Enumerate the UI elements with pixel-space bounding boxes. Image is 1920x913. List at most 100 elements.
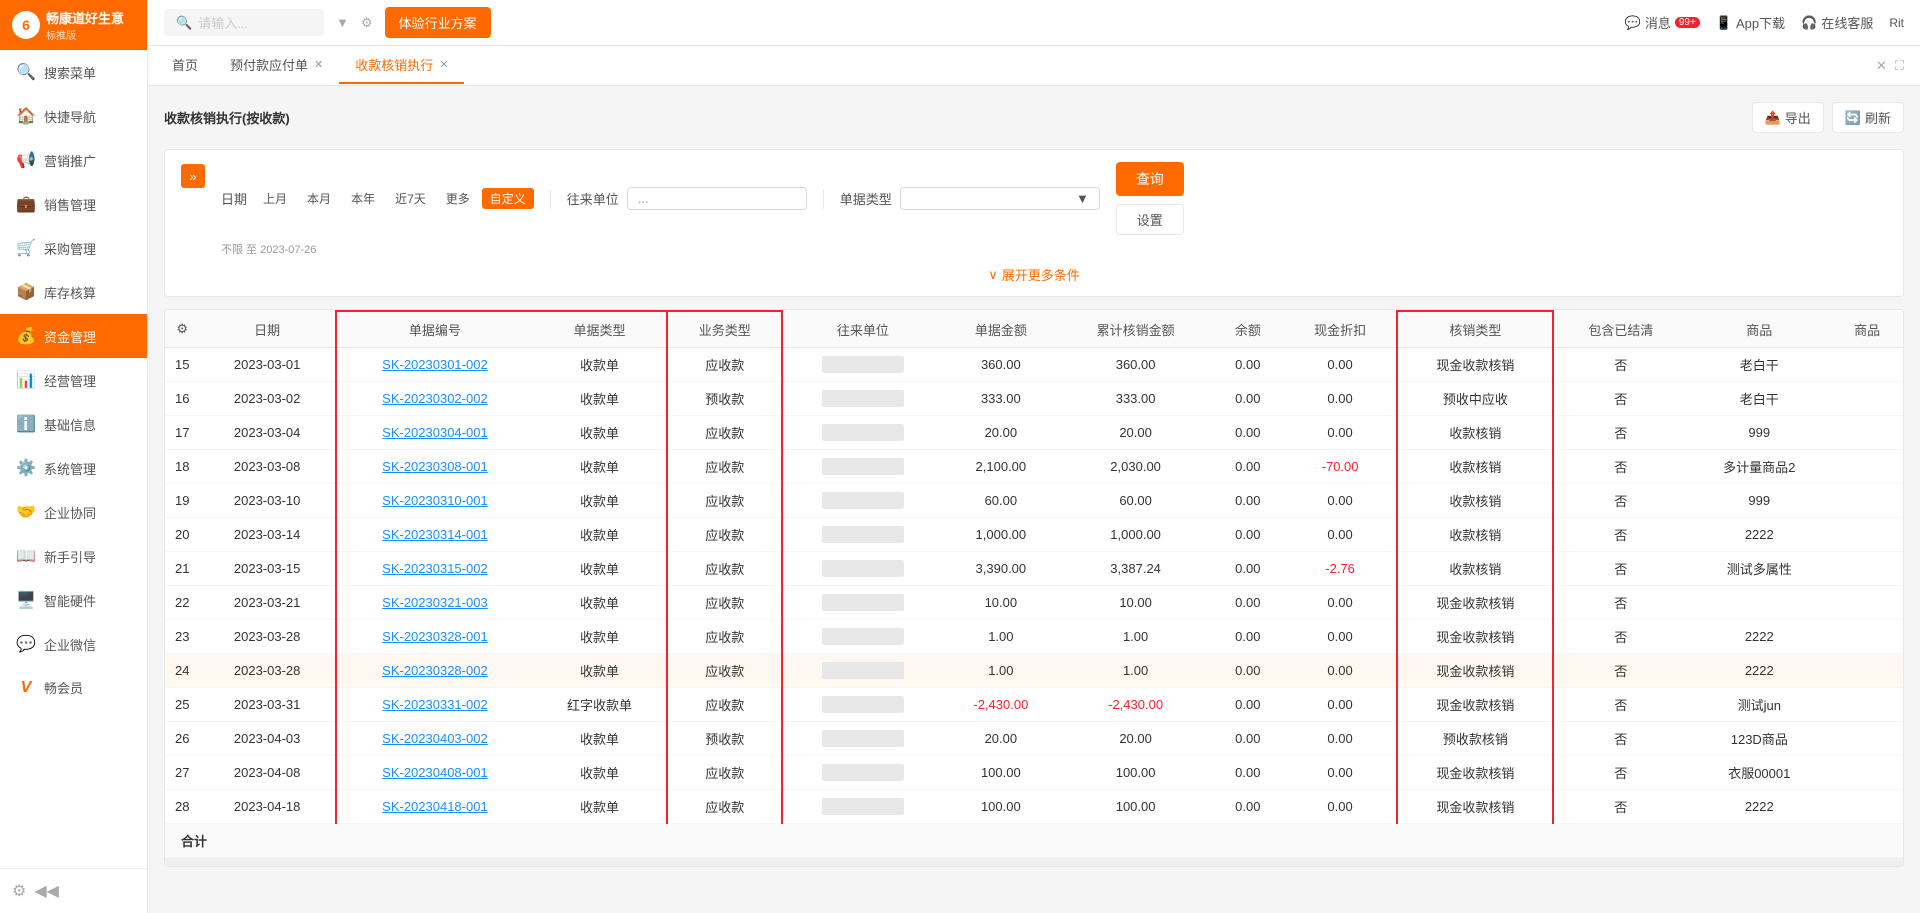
- bill-no-link[interactable]: SK-20230403-002: [382, 731, 488, 746]
- this-year-tag[interactable]: 本年: [343, 188, 383, 209]
- bill-no-link[interactable]: SK-20230310-001: [382, 493, 488, 508]
- sidebar-item-system[interactable]: ⚙️ 系统管理: [0, 446, 147, 490]
- partner-input[interactable]: ...: [627, 187, 807, 210]
- tab-collection[interactable]: 收款核销执行 ✕: [339, 47, 464, 84]
- filter-expand-btn[interactable]: »: [181, 164, 205, 188]
- bill-no-link[interactable]: SK-20230328-001: [382, 629, 488, 644]
- search-icon: 🔍: [16, 62, 36, 82]
- bill-no-link[interactable]: SK-20230321-003: [382, 595, 488, 610]
- tab-expand-icon[interactable]: ⛶: [1895, 58, 1904, 74]
- bill-no-link[interactable]: SK-20230418-001: [382, 799, 488, 814]
- tab-prepay[interactable]: 预付款应付单 ✕: [214, 47, 339, 84]
- sidebar-item-basic[interactable]: ℹ️ 基础信息: [0, 402, 147, 446]
- cell-bill-no[interactable]: SK-20230328-001: [336, 620, 533, 654]
- bill-no-link[interactable]: SK-20230328-002: [382, 663, 488, 678]
- bill-no-link[interactable]: SK-20230331-002: [382, 697, 488, 712]
- search-icon: 🔍: [176, 15, 192, 31]
- export-button[interactable]: 📤 导出: [1752, 102, 1824, 133]
- cell-bill-no[interactable]: SK-20230302-002: [336, 382, 533, 416]
- solution-button[interactable]: 体验行业方案: [385, 7, 491, 38]
- topbar-search[interactable]: 🔍 请输入...: [164, 9, 324, 36]
- tab-close-icon[interactable]: ✕: [314, 58, 323, 71]
- cell-bill-type: 收款单: [533, 722, 667, 756]
- bill-no-link[interactable]: SK-20230301-002: [382, 357, 488, 372]
- th-partner: 往来单位: [782, 311, 942, 348]
- cell-date: 2023-03-28: [199, 620, 335, 654]
- service-icon: 🎧: [1801, 15, 1817, 31]
- cell-bill-no[interactable]: SK-20230321-003: [336, 586, 533, 620]
- bill-type-select[interactable]: ▼: [900, 187, 1100, 210]
- bill-no-link[interactable]: SK-20230315-002: [382, 561, 488, 576]
- filter-row: 日期 上月 本月 本年 近7天 更多 自定义: [221, 162, 1184, 235]
- tab-close-all-icon[interactable]: ✕: [1876, 58, 1887, 74]
- last-7days-tag[interactable]: 近7天: [387, 188, 434, 209]
- cell-bill-no[interactable]: SK-20230315-002: [336, 552, 533, 586]
- sidebar-item-operation[interactable]: 📊 经营管理: [0, 358, 147, 402]
- bill-no-link[interactable]: SK-20230302-002: [382, 391, 488, 406]
- sidebar-item-hardware[interactable]: 🖥️ 智能硬件: [0, 578, 147, 622]
- tab-label: 预付款应付单: [230, 55, 308, 74]
- last-month-tag[interactable]: 上月: [255, 188, 295, 209]
- tab-close-icon[interactable]: ✕: [439, 58, 448, 71]
- cell-bill-no[interactable]: SK-20230308-001: [336, 450, 533, 484]
- gear-icon[interactable]: ⚙: [361, 15, 373, 31]
- tab-label: 收款核销执行: [355, 55, 433, 74]
- cell-biz-type: 应收款: [667, 654, 782, 688]
- page-title: 收款核销执行(按收款): [164, 108, 290, 127]
- cell-goods2: [1831, 484, 1903, 518]
- more-tag[interactable]: 更多: [438, 188, 478, 209]
- cell-goods: [1687, 586, 1831, 620]
- cell-bill-no[interactable]: SK-20230403-002: [336, 722, 533, 756]
- sidebar-item-label: 资金管理: [44, 327, 96, 346]
- sidebar-item-label: 系统管理: [44, 459, 96, 478]
- bill-no-link[interactable]: SK-20230308-001: [382, 459, 488, 474]
- cell-bill-no[interactable]: SK-20230304-001: [336, 416, 533, 450]
- th-nuclear-type: 核销类型: [1397, 311, 1553, 348]
- partner-label: 往来单位: [567, 189, 619, 208]
- sidebar-item-guide[interactable]: 📖 新手引导: [0, 534, 147, 578]
- message-icon-item[interactable]: 💬 消息 99+: [1625, 13, 1700, 32]
- sidebar-item-member[interactable]: V 畅会员: [0, 666, 147, 709]
- cell-no: 20: [165, 518, 199, 552]
- settings-gear-icon[interactable]: ⚙: [12, 881, 26, 901]
- sidebar-item-corp[interactable]: 🤝 企业协同: [0, 490, 147, 534]
- custom-tag[interactable]: 自定义: [482, 188, 534, 209]
- user-info[interactable]: Rit: [1889, 16, 1904, 30]
- sidebar-item-search[interactable]: 🔍 搜索菜单: [0, 50, 147, 94]
- cell-bill-no[interactable]: SK-20230408-001: [336, 756, 533, 790]
- cell-bill-no[interactable]: SK-20230301-002: [336, 348, 533, 382]
- tab-home[interactable]: 首页: [156, 47, 214, 84]
- cell-bill-no[interactable]: SK-20230331-002: [336, 688, 533, 722]
- refresh-button[interactable]: 🔄 刷新: [1832, 102, 1904, 133]
- cell-balance: 0.00: [1212, 620, 1284, 654]
- cell-nuclear-type: 现金收款核销: [1397, 348, 1553, 382]
- bill-no-link[interactable]: SK-20230314-001: [382, 527, 488, 542]
- sidebar-item-sales[interactable]: 💼 销售管理: [0, 182, 147, 226]
- bill-no-link[interactable]: SK-20230408-001: [382, 765, 488, 780]
- cell-bill-no[interactable]: SK-20230418-001: [336, 790, 533, 824]
- horizontal-scrollbar[interactable]: [165, 858, 1903, 866]
- sidebar-item-nav[interactable]: 🏠 快捷导航: [0, 94, 147, 138]
- app-download-item[interactable]: 📱 App下载: [1716, 13, 1785, 32]
- bill-no-link[interactable]: SK-20230304-001: [382, 425, 488, 440]
- cell-no: 15: [165, 348, 199, 382]
- sidebar-item-inventory[interactable]: 📦 库存核算: [0, 270, 147, 314]
- filter-settings-button[interactable]: 设置: [1116, 204, 1184, 235]
- cell-bill-no[interactable]: SK-20230314-001: [336, 518, 533, 552]
- collapse-icon[interactable]: ◀◀: [34, 881, 59, 901]
- cell-nuclear-type: 预收中应收: [1397, 382, 1553, 416]
- sidebar-item-purchase[interactable]: 🛒 采购管理: [0, 226, 147, 270]
- dropdown-arrow-icon[interactable]: ▼: [336, 15, 349, 30]
- sidebar-item-marketing[interactable]: 📢 营销推广: [0, 138, 147, 182]
- expand-more-btn[interactable]: ∨ 展开更多条件: [181, 265, 1887, 284]
- cell-bill-no[interactable]: SK-20230328-002: [336, 654, 533, 688]
- cell-bill-no[interactable]: SK-20230310-001: [336, 484, 533, 518]
- sidebar-item-wechat[interactable]: 💬 企业微信: [0, 622, 147, 666]
- this-month-tag[interactable]: 本月: [299, 188, 339, 209]
- th-settings[interactable]: ⚙: [165, 311, 199, 348]
- cell-written-off: 360.00: [1059, 348, 1212, 382]
- service-item[interactable]: 🎧 在线客服: [1801, 13, 1873, 32]
- sidebar-item-finance[interactable]: 💰 资金管理: [0, 314, 147, 358]
- cell-no: 26: [165, 722, 199, 756]
- query-button[interactable]: 查询: [1116, 162, 1184, 196]
